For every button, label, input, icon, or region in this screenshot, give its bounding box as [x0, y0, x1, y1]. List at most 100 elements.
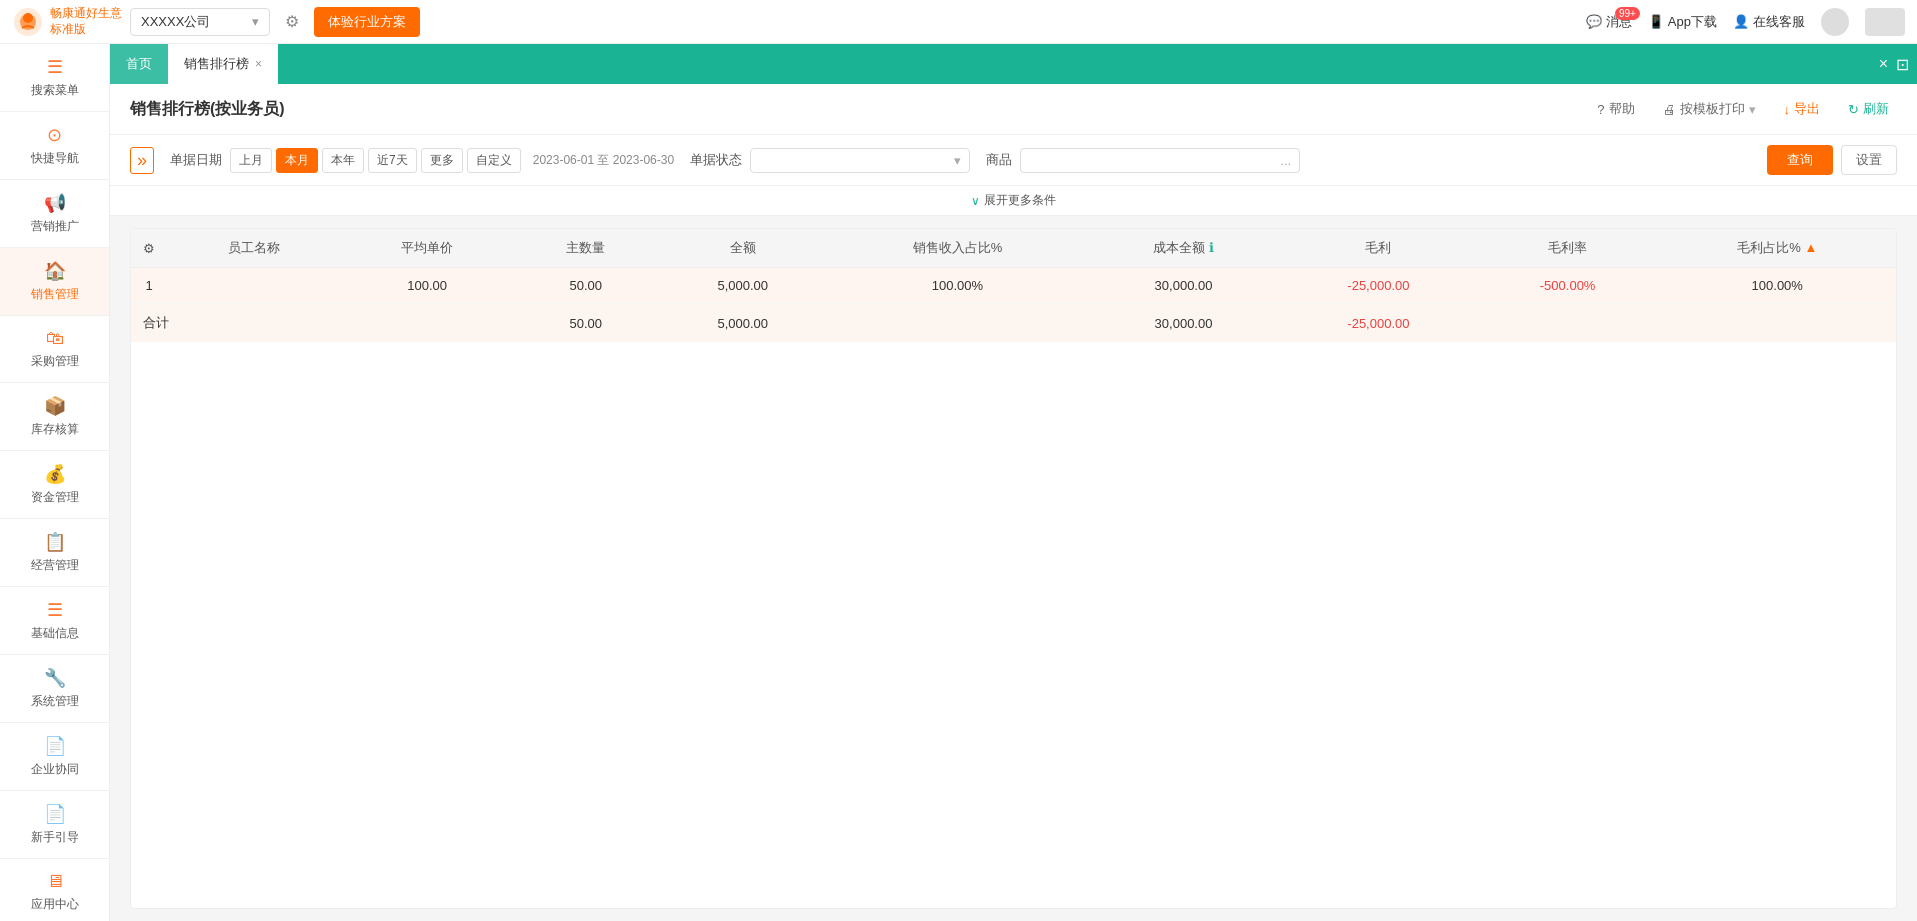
newbie-icon: 📄 — [44, 803, 66, 825]
top-bar: 畅康通好生意 标准版 XXXXX公司 ▾ ⚙ 体验行业方案 💬 消息 99+ 📱… — [0, 0, 1917, 44]
apps-icon: 🖥 — [46, 871, 64, 892]
cell-main-qty: 50.00 — [514, 268, 658, 304]
sidebar-item-purchase[interactable]: 🛍 采购管理 — [0, 316, 109, 383]
cell-gross-pct: 100.00% — [1659, 268, 1897, 304]
query-button[interactable]: 查询 — [1767, 145, 1833, 175]
goods-more-icon[interactable]: ... — [1280, 153, 1291, 168]
col-settings-icon[interactable]: ⚙ — [143, 241, 155, 256]
filter-row-1: » 单据日期 上月 本月 本年 近7天 更多 自定义 2023-06-01 至 … — [130, 145, 1897, 175]
system-icon: 🔧 — [44, 667, 66, 689]
window-close-icon[interactable]: × — [1879, 55, 1888, 73]
top-bar-right: 💬 消息 99+ 📱 App下载 👤 在线客服 — [1586, 8, 1905, 36]
col-gross-pct: 毛利占比% ▲ — [1659, 229, 1897, 268]
app-download-icon: 📱 — [1648, 14, 1664, 29]
sidebar-item-basic[interactable]: ☰ 基础信息 — [0, 587, 109, 655]
col-total: 全额 — [658, 229, 828, 268]
settings-icon-btn[interactable]: ⚙ — [278, 8, 306, 36]
col-name: 员工名称 — [167, 229, 340, 268]
footer-cost: 30,000.00 — [1087, 304, 1280, 343]
trial-button[interactable]: 体验行业方案 — [314, 7, 420, 37]
online-service-label: 在线客服 — [1753, 13, 1805, 31]
filter-collapse-icon[interactable]: » — [130, 147, 154, 174]
inventory-icon: 📦 — [44, 395, 66, 417]
date-year-btn[interactable]: 本年 — [322, 148, 364, 173]
window-max-icon[interactable]: ⊡ — [1896, 55, 1909, 74]
app-download-btn[interactable]: 📱 App下载 — [1648, 13, 1717, 31]
sidebar-label-sales: 销售管理 — [31, 286, 79, 303]
refresh-btn[interactable]: ↻ 刷新 — [1840, 96, 1897, 122]
date-current-btn[interactable]: 本月 — [276, 148, 318, 173]
footer-sales-pct — [828, 304, 1087, 343]
date-7days-btn[interactable]: 近7天 — [368, 148, 417, 173]
sidebar-item-apps[interactable]: 🖥 应用中心 — [0, 859, 109, 921]
user-avatar[interactable] — [1821, 8, 1849, 36]
footer-total: 5,000.00 — [658, 304, 828, 343]
status-chevron-icon: ▾ — [954, 153, 961, 168]
footer-label: 合计 — [131, 304, 340, 343]
sidebar-item-quick[interactable]: ⊙ 快捷导航 — [0, 112, 109, 180]
logo-text: 畅康通好生意 标准版 — [50, 6, 122, 37]
status-filter-group: 单据状态 ▾ — [690, 148, 970, 173]
settings-small-button[interactable]: 设置 — [1841, 145, 1897, 175]
col-sales-pct: 销售收入占比% — [828, 229, 1087, 268]
export-icon: ↓ — [1784, 102, 1791, 117]
message-icon: 💬 — [1586, 14, 1602, 29]
export-btn[interactable]: ↓ 导出 — [1776, 96, 1829, 122]
sidebar-item-search[interactable]: ☰ 搜索菜单 — [0, 44, 109, 112]
page-title: 销售排行榜(按业务员) — [130, 99, 285, 120]
filter-area: » 单据日期 上月 本月 本年 近7天 更多 自定义 2023-06-01 至 … — [110, 135, 1917, 186]
print-label: 按模板打印 — [1680, 100, 1745, 118]
date-prev-btn[interactable]: 上月 — [230, 148, 272, 173]
sidebar-label-marketing: 营销推广 — [31, 218, 79, 235]
date-custom-btn[interactable]: 自定义 — [467, 148, 521, 173]
sidebar-label-basic: 基础信息 — [31, 625, 79, 642]
page-content: 销售排行榜(按业务员) ? 帮助 🖨 按模板打印 ▾ ↓ — [110, 84, 1917, 921]
sidebar-item-finance[interactable]: 💰 资金管理 — [0, 451, 109, 519]
finance-icon: 💰 — [44, 463, 66, 485]
sidebar-item-enterprise[interactable]: 📄 企业协同 — [0, 723, 109, 791]
data-table: ⚙ 员工名称 平均单价 主数量 全额 销售收入占比% 成本全额 ℹ 毛利 毛利率 — [131, 229, 1896, 342]
date-more-btn[interactable]: 更多 — [421, 148, 463, 173]
footer-gross: -25,000.00 — [1280, 304, 1477, 343]
tab-bar: 首页 销售排行榜 × × ⊡ — [110, 44, 1917, 84]
sidebar-item-inventory[interactable]: 📦 库存核算 — [0, 383, 109, 451]
export-label: 导出 — [1794, 100, 1820, 118]
table-header-row: ⚙ 员工名称 平均单价 主数量 全额 销售收入占比% 成本全额 ℹ 毛利 毛利率 — [131, 229, 1896, 268]
tab-home[interactable]: 首页 — [110, 44, 168, 84]
online-service-btn[interactable]: 👤 在线客服 — [1733, 13, 1805, 31]
company-selector[interactable]: XXXXX公司 ▾ — [130, 8, 270, 36]
cell-avg-price: 100.00 — [340, 268, 513, 304]
expand-chevron-icon: ∨ — [971, 194, 980, 208]
help-btn[interactable]: ? 帮助 — [1589, 96, 1642, 122]
tab-sales-ranking[interactable]: 销售排行榜 × — [168, 44, 278, 84]
message-btn[interactable]: 💬 消息 99+ — [1586, 13, 1632, 31]
cell-sales-pct: 100.00% — [828, 268, 1087, 304]
sidebar-label-newbie: 新手引导 — [31, 829, 79, 846]
goods-select[interactable]: ... — [1020, 148, 1300, 173]
sidebar-label-quick: 快捷导航 — [31, 150, 79, 167]
cell-cost: 30,000.00 — [1087, 268, 1280, 304]
print-icon: 🖨 — [1663, 102, 1676, 117]
action-buttons: 查询 设置 — [1767, 145, 1897, 175]
sidebar-item-newbie[interactable]: 📄 新手引导 — [0, 791, 109, 859]
print-btn[interactable]: 🖨 按模板打印 ▾ — [1655, 96, 1764, 122]
sidebar-item-operations[interactable]: 📋 经营管理 — [0, 519, 109, 587]
user-avatar-2[interactable] — [1865, 8, 1905, 36]
cost-info-icon: ℹ — [1209, 240, 1214, 255]
sidebar-item-sales[interactable]: 🏠 销售管理 — [0, 248, 109, 316]
table-row: 1 100.00 50.00 5,000.00 100.00% 30,000.0… — [131, 268, 1896, 304]
chevron-down-icon: ▾ — [252, 14, 259, 29]
marketing-icon: 📢 — [44, 192, 66, 214]
cell-gross-rate: -500.00% — [1477, 268, 1659, 304]
message-badge: 99+ — [1615, 7, 1640, 20]
sidebar-item-marketing[interactable]: 📢 营销推广 — [0, 180, 109, 248]
col-avg-price: 平均单价 — [340, 229, 513, 268]
tab-close-icon[interactable]: × — [255, 57, 262, 71]
date-filter-group: 单据日期 上月 本月 本年 近7天 更多 自定义 2023-06-01 至 20… — [170, 148, 674, 173]
top-bar-left: 畅康通好生意 标准版 XXXXX公司 ▾ ⚙ 体验行业方案 — [12, 6, 1586, 38]
operations-icon: 📋 — [44, 531, 66, 553]
expand-conditions-btn[interactable]: ∨ 展开更多条件 — [971, 192, 1056, 209]
status-select[interactable]: ▾ — [750, 148, 970, 173]
footer-gross-rate — [1477, 304, 1659, 343]
sidebar-item-system[interactable]: 🔧 系统管理 — [0, 655, 109, 723]
